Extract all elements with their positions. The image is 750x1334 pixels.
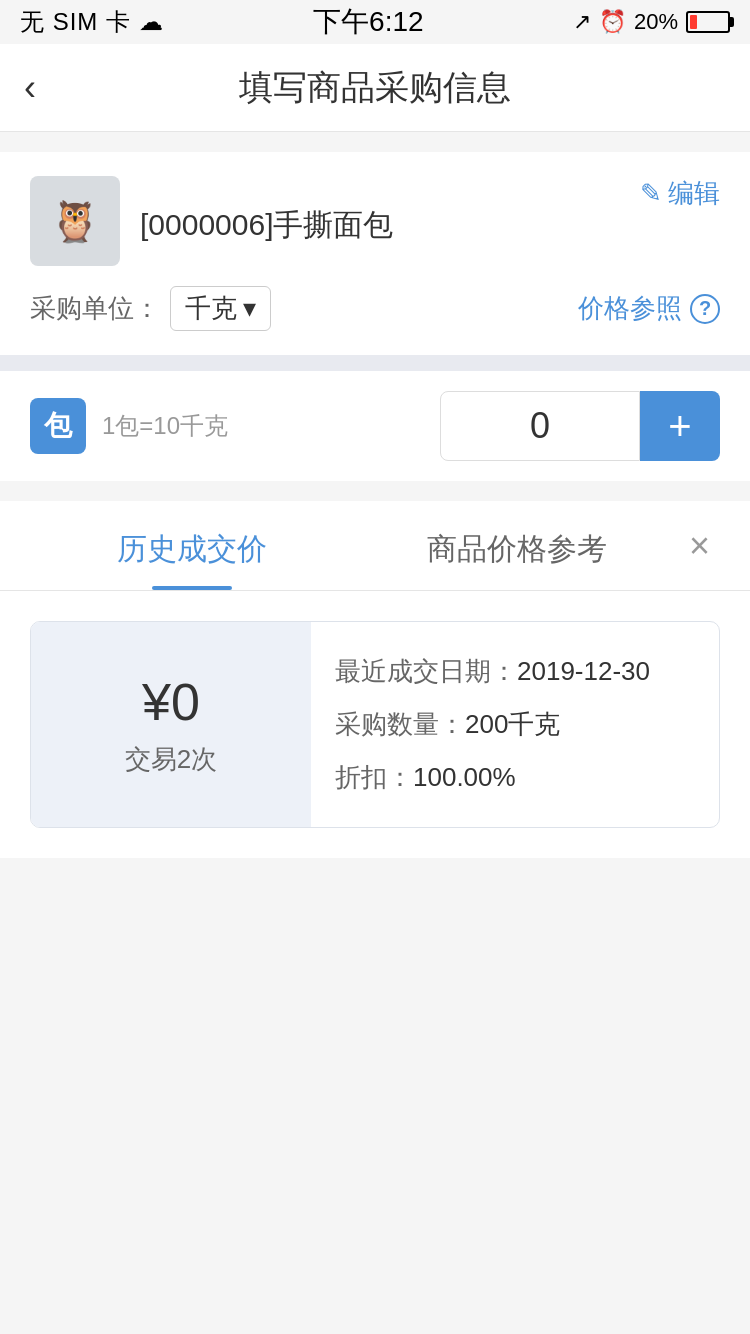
question-icon: ? [690, 294, 720, 324]
back-button[interactable]: ‹ [24, 67, 36, 109]
edit-label: 编辑 [668, 176, 720, 211]
purchase-qty-row: 采购数量：200千克 [335, 705, 695, 744]
purchase-qty-value: 200千克 [465, 709, 560, 739]
location-icon: ↗ [573, 9, 591, 35]
unit-label: 采购单位： [30, 291, 160, 326]
tabs-section: 历史成交价 商品价格参考 × [0, 501, 750, 591]
product-card: 🦉 [0000006]手撕面包 ✎ 编辑 采购单位： 千克 ▾ 价格参照 ? [0, 152, 750, 355]
discount-row: 折扣：100.00% [335, 758, 695, 797]
unit-equiv: 1包=10千克 [102, 410, 228, 442]
product-unit-row: 采购单位： 千克 ▾ 价格参照 ? [30, 286, 720, 331]
recent-date-value: 2019-12-30 [517, 656, 650, 686]
tab-history-price[interactable]: 历史成交价 [30, 501, 354, 590]
status-bar: 无 SIM 卡 ☁ 下午6:12 ↗ ⏰ 20% [0, 0, 750, 44]
alarm-icon: ⏰ [599, 9, 626, 35]
quantity-control: + [440, 391, 720, 461]
product-header: 🦉 [0000006]手撕面包 ✎ 编辑 [30, 176, 720, 266]
quantity-row: 包 1包=10千克 + [0, 371, 750, 481]
purchase-qty-label: 采购数量： [335, 709, 465, 739]
tab-product-price-ref[interactable]: 商品价格参考 [354, 501, 678, 590]
price-ref-label: 价格参照 [578, 291, 682, 326]
unit-select-area: 采购单位： 千克 ▾ [30, 286, 271, 331]
quantity-plus-button[interactable]: + [640, 391, 720, 461]
price-amount: ¥0 [142, 672, 200, 732]
battery-percent: 20% [634, 9, 678, 35]
detail-section: 最近成交日期：2019-12-30 采购数量：200千克 折扣：100.00% [311, 622, 719, 827]
tab-close-button[interactable]: × [679, 518, 720, 574]
product-left: 🦉 [0000006]手撕面包 [30, 176, 393, 266]
unit-box: 包 [30, 398, 86, 454]
tab-history-label: 历史成交价 [117, 532, 267, 565]
section-divider [0, 355, 750, 371]
quantity-input[interactable] [440, 391, 640, 461]
history-content: ¥0 交易2次 最近成交日期：2019-12-30 采购数量：200千克 折扣：… [0, 591, 750, 858]
product-name: [0000006]手撕面包 [140, 205, 393, 246]
recent-date-row: 最近成交日期：2019-12-30 [335, 652, 695, 691]
tab-price-ref-label: 商品价格参考 [427, 532, 607, 565]
unit-value: 千克 [185, 291, 237, 326]
status-time: 下午6:12 [313, 3, 424, 41]
edit-button[interactable]: ✎ 编辑 [640, 176, 720, 211]
recent-date-label: 最近成交日期： [335, 656, 517, 686]
product-thumbnail: 🦉 [30, 176, 120, 266]
nav-bar: ‹ 填写商品采购信息 [0, 44, 750, 132]
unit-info: 包 1包=10千克 [30, 398, 228, 454]
price-reference-button[interactable]: 价格参照 ? [578, 291, 720, 326]
page-title: 填写商品采购信息 [239, 65, 511, 111]
battery-icon [686, 11, 730, 33]
discount-value: 100.00% [413, 762, 516, 792]
history-card: ¥0 交易2次 最近成交日期：2019-12-30 采购数量：200千克 折扣：… [30, 621, 720, 828]
trade-count: 交易2次 [125, 742, 217, 777]
status-right: ↗ ⏰ 20% [573, 9, 730, 35]
discount-label: 折扣： [335, 762, 413, 792]
price-section: ¥0 交易2次 [31, 622, 311, 827]
status-signal: 无 SIM 卡 ☁ [20, 6, 164, 38]
chevron-down-icon: ▾ [243, 293, 256, 324]
battery-tip [730, 17, 734, 27]
edit-icon: ✎ [640, 178, 662, 209]
unit-dropdown[interactable]: 千克 ▾ [170, 286, 271, 331]
product-image-icon: 🦉 [50, 198, 100, 245]
battery-fill [690, 15, 697, 29]
